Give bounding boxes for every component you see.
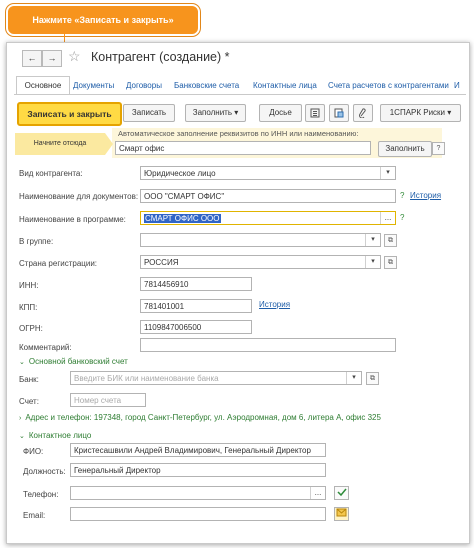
inn-input[interactable]: 7814456910 — [140, 277, 252, 291]
instruction-callout: Нажмите «Записать и закрыть» — [6, 4, 200, 36]
autofill-hint: Автоматическое заполнение реквизитов по … — [118, 129, 359, 138]
attachment-icon[interactable] — [353, 104, 373, 122]
tab-settlement-accounts[interactable]: Счета расчетов с контрагентами — [328, 81, 449, 90]
inn-label: ИНН: — [19, 281, 39, 290]
kind-value: Юридическое лицо — [144, 169, 216, 178]
phone-input[interactable]: ... — [70, 486, 326, 500]
position-label: Должность: — [23, 467, 66, 476]
tab-bank-accounts[interactable]: Банковские счета — [174, 81, 239, 90]
email-label: Email: — [23, 511, 46, 520]
doc-name-input[interactable]: ООО "СМАРТ ОФИС" — [140, 189, 396, 203]
bank-section-header[interactable]: ⌄ Основной банковский счет — [19, 357, 128, 366]
kpp-history-link[interactable]: История — [259, 300, 290, 309]
open-country-icon[interactable]: ⧉ — [384, 256, 397, 269]
chevron-right-icon: › — [19, 415, 22, 422]
chevron-down-icon[interactable]: ▾ — [380, 167, 395, 179]
tab-contacts[interactable]: Контактные лица — [253, 81, 317, 90]
dossier-button[interactable]: Досье — [259, 104, 302, 122]
prog-name-value: СМАРТ ОФИС ООО — [144, 214, 221, 223]
bank-section-title: Основной банковский счет — [28, 357, 128, 366]
doc-name-history-link[interactable]: История — [410, 191, 441, 200]
group-select[interactable]: ▾ — [140, 233, 381, 247]
back-button[interactable]: ← — [22, 50, 42, 67]
autofill-fill-button[interactable]: Заполнить — [378, 141, 432, 157]
favorite-star-icon[interactable]: ☆ — [68, 48, 81, 65]
open-group-icon[interactable]: ⧉ — [384, 234, 397, 247]
kind-select[interactable]: Юридическое лицо ▾ — [140, 166, 396, 180]
country-value: РОССИЯ — [144, 258, 179, 267]
save-and-close-button[interactable]: Записать и закрыть — [17, 102, 122, 126]
tab-documents[interactable]: Документы — [73, 81, 114, 90]
autofill-search-input[interactable]: Смарт офис — [115, 141, 371, 155]
country-select[interactable]: РОССИЯ ▾ — [140, 255, 381, 269]
chevron-down-icon[interactable]: ▾ — [365, 234, 380, 246]
forward-button[interactable]: → — [42, 50, 62, 67]
print-icon[interactable] — [329, 104, 349, 122]
kpp-input[interactable]: 781401001 — [140, 299, 252, 313]
kind-label: Вид контрагента: — [19, 169, 83, 178]
phone-verify-icon[interactable] — [334, 486, 349, 500]
chevron-down-icon: ⌄ — [19, 433, 25, 440]
chevron-down-icon: ▾ — [447, 108, 452, 117]
spark-label: 1СПАРК Риски — [389, 108, 446, 117]
doc-name-label: Наименование для документов: — [19, 192, 139, 201]
tab-divider — [14, 94, 466, 95]
list-icon[interactable] — [305, 104, 325, 122]
contact-section-title: Контактное лицо — [28, 431, 92, 440]
spark-risks-button[interactable]: 1СПАРК Риски ▾ — [380, 104, 461, 122]
bank-input: Введите БИК или наименование банка — [74, 374, 219, 383]
tab-contracts[interactable]: Договоры — [126, 81, 162, 90]
address-section-header[interactable]: › Адрес и телефон: 197348, город Санкт-Пе… — [19, 413, 381, 422]
tab-main[interactable]: Основное — [16, 76, 70, 95]
prog-name-label: Наименование в программе: — [19, 215, 126, 224]
tab-more[interactable]: И — [454, 81, 460, 90]
country-label: Страна регистрации: — [19, 259, 98, 268]
ogrn-label: ОГРН: — [19, 324, 43, 333]
chevron-down-icon[interactable]: ▾ — [346, 372, 361, 384]
more-icon[interactable]: ... — [380, 212, 395, 224]
group-label: В группе: — [19, 237, 54, 246]
fio-label: ФИО: — [23, 447, 44, 456]
address-section-title: Адрес и телефон: 197348, город Санкт-Пет… — [25, 413, 381, 422]
open-bank-icon[interactable]: ⧉ — [366, 372, 379, 385]
bank-select[interactable]: Введите БИК или наименование банка ▾ — [70, 371, 362, 385]
autofill-help-icon[interactable]: ? — [432, 142, 445, 155]
comment-label: Комментарий: — [19, 343, 72, 352]
chevron-down-icon: ⌄ — [19, 359, 25, 366]
email-input[interactable] — [70, 507, 326, 521]
email-envelope-icon[interactable] — [334, 507, 349, 521]
prog-name-help-icon[interactable]: ? — [400, 213, 404, 222]
window-title: Контрагент (создание) * — [91, 50, 230, 64]
account-input[interactable]: Номер счета — [70, 393, 146, 407]
ogrn-input[interactable]: 1109847006500 — [140, 320, 252, 334]
bank-label: Банк: — [19, 375, 39, 384]
comment-input[interactable] — [140, 338, 396, 352]
fill-label: Заполнить — [192, 108, 233, 117]
contact-section-header[interactable]: ⌄ Контактное лицо — [19, 431, 91, 440]
doc-name-help-icon[interactable]: ? — [400, 191, 404, 200]
fio-input[interactable]: Кристесашвили Андрей Владимирович, Генер… — [70, 443, 326, 457]
account-label: Счет: — [19, 397, 39, 406]
fill-dropdown-button[interactable]: Заполнить ▾ — [185, 104, 246, 122]
save-button[interactable]: Записать — [123, 104, 175, 122]
chevron-down-icon: ▾ — [234, 108, 239, 117]
chevron-down-icon[interactable]: ▾ — [365, 256, 380, 268]
phone-label: Телефон: — [23, 490, 59, 499]
more-icon[interactable]: ... — [310, 487, 325, 499]
account-placeholder: Номер счета — [74, 396, 122, 405]
prog-name-input[interactable]: СМАРТ ОФИС ООО ... — [140, 211, 396, 225]
kpp-label: КПП: — [19, 303, 38, 312]
position-input[interactable]: Генеральный Директор — [70, 463, 326, 477]
start-here-tip: Начните отсюда — [15, 133, 113, 155]
